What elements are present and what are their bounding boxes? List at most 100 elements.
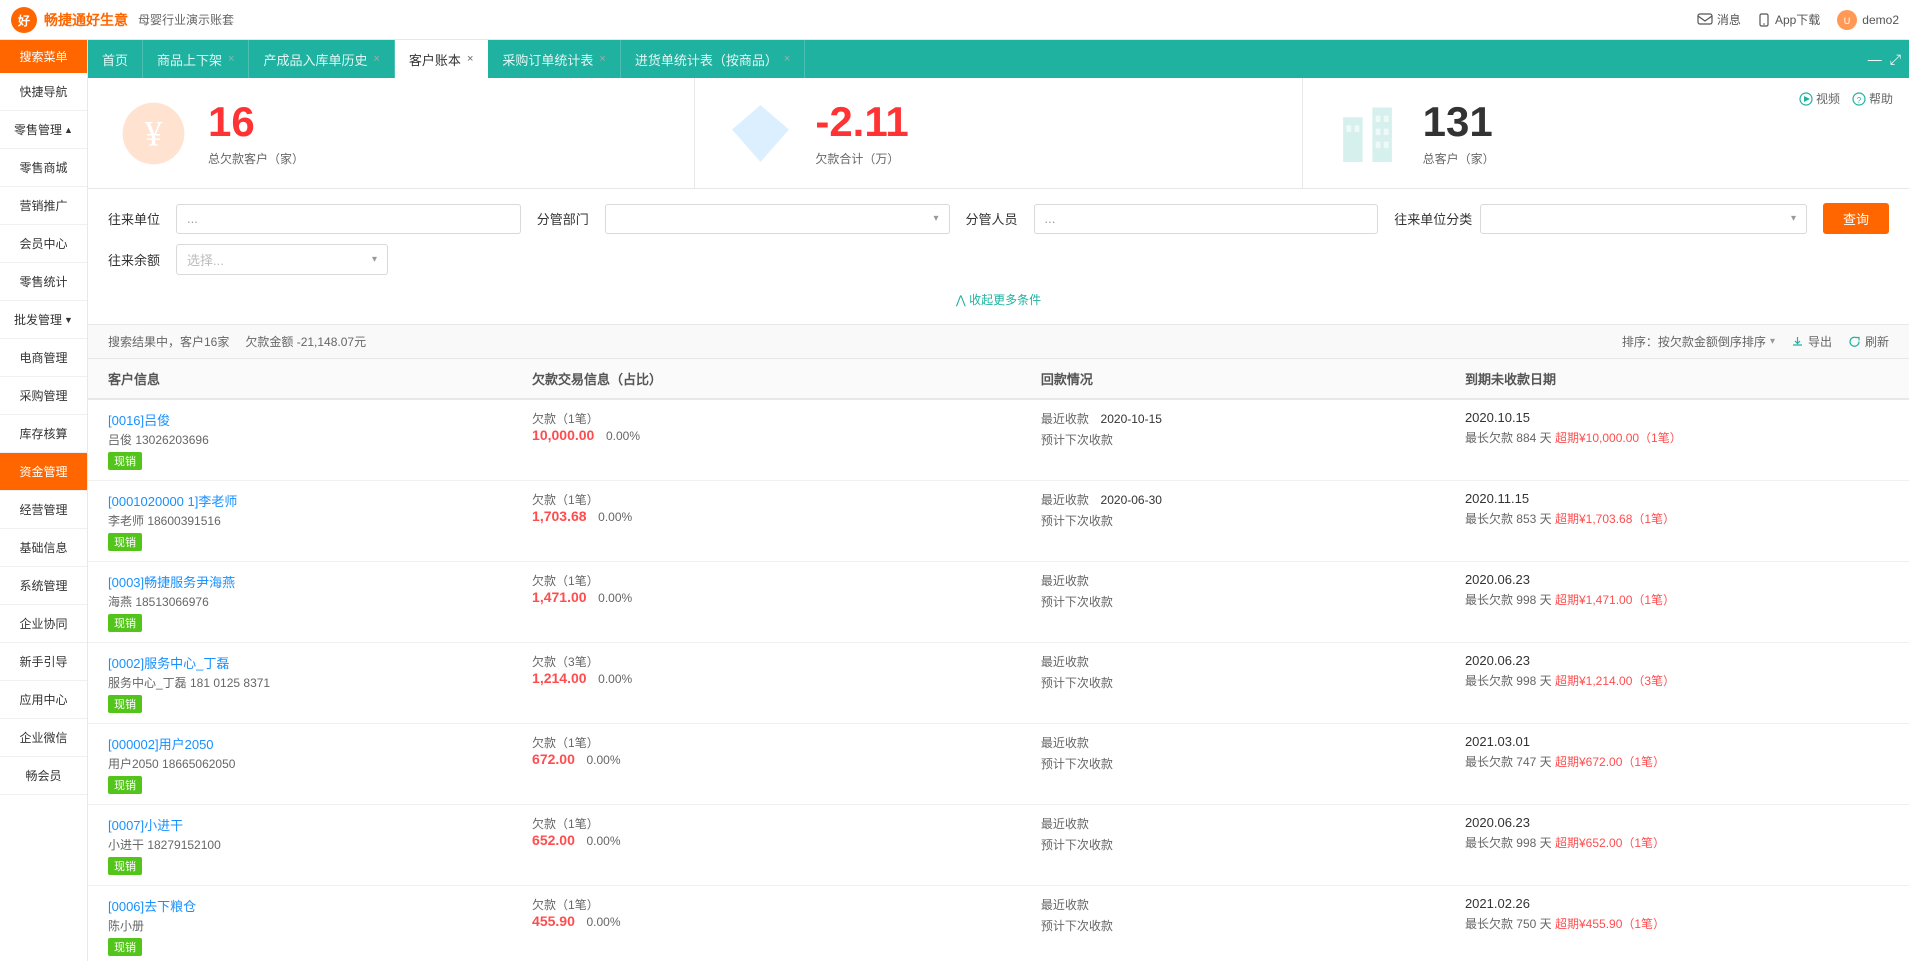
tab-products[interactable]: 商品上下架 ×: [143, 40, 249, 78]
debt-amount-3[interactable]: 1,214.00: [532, 670, 587, 686]
due-detail-6: 最长欠款 750 天 超期¥455.90（1笔）: [1465, 915, 1889, 932]
remainder-select[interactable]: 选择... ▾: [176, 244, 388, 275]
sidebar-item-retail-stats[interactable]: 零售统计: [0, 263, 87, 301]
debt-amount-0[interactable]: 10,000.00: [532, 427, 594, 443]
recovery-0: 最近收款 2020-10-15 预计下次收款: [1041, 410, 1465, 448]
tab-home[interactable]: 首页: [88, 40, 143, 78]
sidebar-item-app-center[interactable]: 应用中心: [0, 681, 87, 719]
video-link[interactable]: 视频: [1799, 90, 1840, 107]
data-table: 客户信息 欠款交易信息（占比） 回款情况 到期未收款日期 [0016]吕俊 吕俊…: [88, 359, 1909, 961]
diamond-icon: [728, 101, 793, 166]
sort-select[interactable]: 排序：按欠款金额倒序排序 ▾: [1622, 333, 1775, 350]
filter-dept: 分管部门 ▾: [537, 204, 950, 234]
collapse-icon: ⋀: [956, 293, 966, 307]
recovery-next-4: 预计下次收款: [1041, 755, 1465, 772]
tab-close-purchase[interactable]: ×: [599, 53, 605, 65]
debt-amount-1[interactable]: 1,703.68: [532, 508, 587, 524]
debt-percent-4: 0.00%: [587, 753, 621, 767]
debt-info-4: 欠款（1笔） 672.00 0.00%: [532, 734, 1041, 767]
chevron-icon: ▲: [64, 125, 73, 135]
filter-collapse-btn[interactable]: ⋀ 收起更多条件: [108, 285, 1889, 314]
customer-info-2: [0003]畅捷服务尹海燕 海燕 18513066976 现销: [108, 572, 532, 632]
debt-info-5: 欠款（1笔） 652.00 0.00%: [532, 815, 1041, 848]
tab-customer-account[interactable]: 客户账本 ×: [395, 40, 488, 78]
tab-close-customer[interactable]: ×: [467, 53, 473, 65]
debt-info-3: 欠款（3笔） 1,214.00 0.00%: [532, 653, 1041, 686]
sidebar-item-inventory[interactable]: 库存核算: [0, 415, 87, 453]
due-overdue-2[interactable]: 超期¥1,471.00（1笔）: [1555, 593, 1675, 607]
customer-phone-5: 小进干 18279152100: [108, 836, 532, 853]
sidebar-item-enterprise[interactable]: 企业协同: [0, 605, 87, 643]
message-btn[interactable]: 消息: [1697, 11, 1741, 28]
sidebar-item-wholesale-mgmt[interactable]: 批发管理▼: [0, 301, 87, 339]
customer-name-0[interactable]: [0016]吕俊: [108, 410, 532, 429]
sidebar-item-vip-member[interactable]: 畅会员: [0, 757, 87, 795]
recovery-latest-4: 最近收款: [1041, 734, 1465, 751]
refresh-btn[interactable]: 刷新: [1848, 333, 1889, 350]
due-overdue-5[interactable]: 超期¥652.00（1笔）: [1555, 836, 1665, 850]
sidebar-item-operations[interactable]: 经营管理: [0, 491, 87, 529]
sidebar-item-system-mgmt[interactable]: 系统管理: [0, 567, 87, 605]
tab-close-import[interactable]: ×: [784, 53, 790, 65]
customer-name-2[interactable]: [0003]畅捷服务尹海燕: [108, 572, 532, 591]
recovery-5: 最近收款 预计下次收款: [1041, 815, 1465, 853]
due-detail-2: 最长欠款 998 天 超期¥1,471.00（1笔）: [1465, 591, 1889, 608]
sidebar-item-retail-mall[interactable]: 零售商城: [0, 149, 87, 187]
sidebar-item-quick-nav[interactable]: 快捷导航: [0, 73, 87, 111]
debt-amount-6[interactable]: 455.90: [532, 913, 575, 929]
chevron-icon: ▼: [64, 315, 73, 325]
recovery-4: 最近收款 预计下次收款: [1041, 734, 1465, 772]
user-avatar[interactable]: U demo2: [1836, 9, 1899, 31]
dept-select[interactable]: ▾: [605, 204, 950, 234]
sidebar-item-capital-mgmt[interactable]: 资金管理: [0, 453, 87, 491]
customer-name-5[interactable]: [0007]小进干: [108, 815, 532, 834]
search-button[interactable]: 查询: [1823, 203, 1889, 234]
recovery-latest-5: 最近收款: [1041, 815, 1465, 832]
sidebar-search[interactable]: 搜索菜单: [0, 40, 87, 73]
person-label: 分管人员: [966, 209, 1026, 228]
app-download-btn[interactable]: App下载: [1757, 11, 1820, 28]
customer-name-6[interactable]: [0006]去下粮仓: [108, 896, 532, 915]
stat-number-debt-amount: -2.11: [815, 99, 908, 145]
tab-maximize-btn[interactable]: ⤢: [1890, 51, 1901, 68]
table-row: [0002]服务中心_丁磊 服务中心_丁磊 181 0125 8371 现销 欠…: [88, 643, 1909, 724]
sidebar-item-new-guide[interactable]: 新手引导: [0, 643, 87, 681]
customer-phone-0: 吕俊 13026203696: [108, 431, 532, 448]
sidebar-item-basic-info[interactable]: 基础信息: [0, 529, 87, 567]
person-input[interactable]: ...: [1034, 204, 1379, 234]
from-unit-label: 往来单位: [108, 209, 168, 228]
debt-info-0: 欠款（1笔） 10,000.00 0.00%: [532, 410, 1041, 443]
export-btn[interactable]: 导出: [1791, 333, 1832, 350]
debt-amount-2[interactable]: 1,471.00: [532, 589, 587, 605]
sidebar-item-marketing[interactable]: 营销推广: [0, 187, 87, 225]
due-overdue-3[interactable]: 超期¥1,214.00（3笔）: [1555, 674, 1675, 688]
customer-name-4[interactable]: [000002]用户2050: [108, 734, 532, 753]
recovery-latest-0: 最近收款 2020-10-15: [1041, 410, 1465, 427]
sidebar-item-enterprise-wechat[interactable]: 企业微信: [0, 719, 87, 757]
sidebar-item-purchase-mgmt[interactable]: 采购管理: [0, 377, 87, 415]
customer-name-1[interactable]: [0001020000 1]李老师: [108, 491, 532, 510]
tab-close-products[interactable]: ×: [228, 53, 234, 65]
help-link[interactable]: ? 帮助: [1852, 90, 1893, 107]
sidebar-item-member-center[interactable]: 会员中心: [0, 225, 87, 263]
due-1: 2020.11.15 最长欠款 853 天 超期¥1,703.68（1笔）: [1465, 491, 1889, 527]
recovery-3: 最近收款 预计下次收款: [1041, 653, 1465, 691]
due-overdue-1[interactable]: 超期¥1,703.68（1笔）: [1555, 512, 1675, 526]
debt-amount-4[interactable]: 672.00: [532, 751, 575, 767]
due-overdue-0[interactable]: 超期¥10,000.00（1笔）: [1555, 431, 1682, 445]
due-overdue-6[interactable]: 超期¥455.90（1笔）: [1555, 917, 1665, 931]
due-overdue-4[interactable]: 超期¥672.00（1笔）: [1555, 755, 1665, 769]
sidebar-item-ecommerce[interactable]: 电商管理: [0, 339, 87, 377]
customer-name-3[interactable]: [0002]服务中心_丁磊: [108, 653, 532, 672]
tab-close-production[interactable]: ×: [373, 53, 379, 65]
sidebar: 搜索菜单 快捷导航 零售管理▲ 零售商城 营销推广 会员中心 零售统计 批发管理…: [0, 40, 88, 961]
tab-production-history[interactable]: 产成品入库单历史 ×: [249, 40, 394, 78]
sidebar-item-retail-mgmt[interactable]: 零售管理▲: [0, 111, 87, 149]
tab-purchase-order[interactable]: 采购订单统计表 ×: [488, 40, 620, 78]
debt-amount-5[interactable]: 652.00: [532, 832, 575, 848]
tab-import-stats[interactable]: 进货单统计表（按商品） ×: [621, 40, 805, 78]
table-row: [000002]用户2050 用户2050 18665062050 现销 欠款（…: [88, 724, 1909, 805]
from-unit-input[interactable]: ...: [176, 204, 521, 234]
unit-class-select[interactable]: ▾: [1480, 204, 1807, 234]
tab-minimize-btn[interactable]: —: [1868, 51, 1882, 67]
